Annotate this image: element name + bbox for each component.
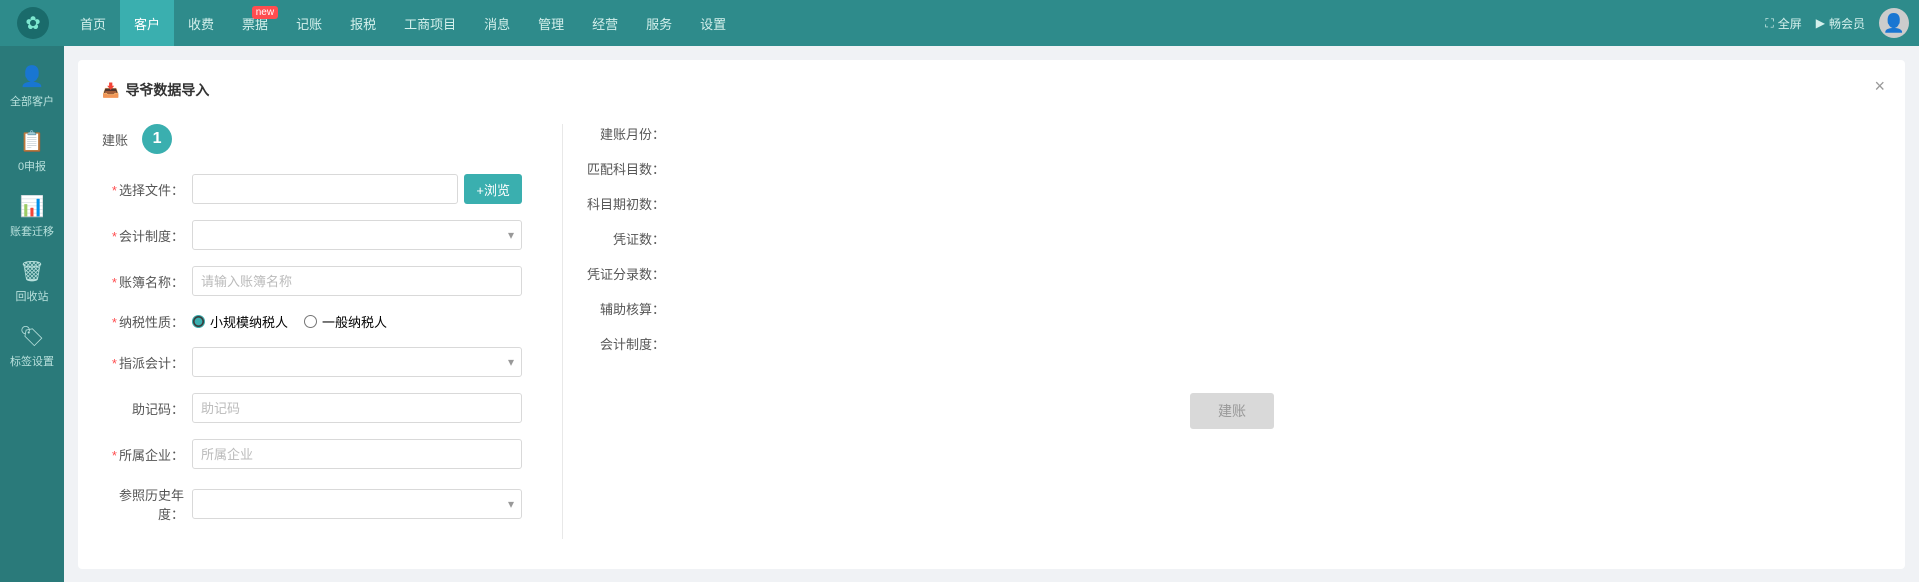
form-left: 建账 1 *选择文件： +浏览 [102,124,562,539]
nav-item-management[interactable]: 管理 [524,0,578,46]
sidebar-item-recycle[interactable]: 🗑 回收站 [2,251,62,312]
file-row: *选择文件： +浏览 [102,174,522,204]
logo-icon: ✿ [17,7,49,39]
nav-item-business[interactable]: 工商项目 [390,0,470,46]
auxiliary-label: 辅助核算： [583,299,673,318]
company-label: *所属企业： [102,445,192,464]
nav-items: 首页 客户 收费 票据 new 记账 报税 工商项目 消息 管理 经营 服务 设… [66,0,1765,46]
nav-item-tax[interactable]: 报税 [336,0,390,46]
small-taxpayer-radio[interactable] [192,315,205,328]
voucher-count-label: 凭证数： [583,229,673,248]
build-btn-wrap: 建账 [583,383,1881,429]
accountant-select[interactable] [192,347,522,377]
import-card: 📥 导爷数据导入 × 建账 1 *选择文件： [78,60,1905,569]
main-content: 📥 导爷数据导入 × 建账 1 *选择文件： [64,46,1919,582]
accounting-system-select-wrap [192,220,522,250]
close-button[interactable]: × [1874,76,1885,97]
period-initial-row: 科目期初数： [583,194,1881,213]
tax-type-row: *纳税性质： 小规模纳税人 一般纳税人 [102,312,522,331]
history-year-row: 参照历史年度： [102,485,522,523]
voucher-count-row: 凭证数： [583,229,1881,248]
history-year-select[interactable] [192,489,522,519]
auxiliary-row: 辅助核算： [583,299,1881,318]
form-right: 建账月份： 匹配科目数： 科目期初数： 凭证数： [562,124,1881,539]
accounting-system-row: *会计制度： [102,220,522,250]
form-area: 建账 1 *选择文件： +浏览 [102,124,1881,539]
match-accounts-row: 匹配科目数： [583,159,1881,178]
browse-button[interactable]: +浏览 [464,174,522,204]
nav-item-invoice[interactable]: 票据 new [228,0,282,46]
tax-type-radio-group: 小规模纳税人 一般纳税人 [192,312,387,331]
fullscreen-icon: ⛶ [1765,16,1773,31]
small-taxpayer-option[interactable]: 小规模纳税人 [192,312,288,331]
build-account-button[interactable]: 建账 [1190,393,1274,429]
tax-type-label: *纳税性质： [102,312,192,331]
declaration-icon: 📋 [20,129,45,154]
sidebar-item-tags[interactable]: 🏷 标签设置 [2,316,62,377]
sidebar-item-all-clients[interactable]: 👤 全部客户 [2,56,62,117]
top-nav: ✿ 首页 客户 收费 票据 new 记账 报税 工商项目 消息 管理 经营 服务… [0,0,1919,46]
step-label: 建账 [102,130,128,149]
all-clients-icon: 👤 [20,64,45,89]
nav-item-fees[interactable]: 收费 [174,0,228,46]
assign-accountant-row: *指派会计： [102,347,522,377]
build-month-label: 建账月份： [583,124,673,143]
new-badge: new [252,6,278,19]
general-taxpayer-radio[interactable] [304,315,317,328]
ledger-name-label: *账簿名称： [102,272,192,291]
sidebar-item-migration[interactable]: 📊 账套迁移 [2,186,62,247]
nav-item-client[interactable]: 客户 [120,0,174,46]
step-circle: 1 [142,124,172,154]
step-header: 建账 1 [102,124,522,154]
sidebar: 👤 全部客户 📋 0申报 📊 账套迁移 🗑 回收站 🏷 标签设置 [0,46,64,582]
company-row: *所属企业： [102,439,522,469]
card-title: 📥 导爷数据导入 [102,80,1881,100]
voucher-entries-row: 凭证分录数： [583,264,1881,283]
nav-item-service[interactable]: 服务 [632,0,686,46]
memo-code-label: 助记码： [102,399,192,418]
member-button[interactable]: ▶ 畅会员 [1816,15,1865,32]
logo[interactable]: ✿ [10,0,56,46]
ledger-name-input[interactable] [192,266,522,296]
period-initial-label: 科目期初数： [583,194,673,213]
recycle-icon: 🗑 [19,259,44,284]
nav-item-operation[interactable]: 经营 [578,0,632,46]
accountant-select-wrap [192,347,522,377]
member-icon: ▶ [1816,16,1825,30]
build-month-row: 建账月份： [583,124,1881,143]
memo-code-row: 助记码： [102,393,522,423]
file-label: *选择文件： [102,180,192,199]
voucher-entries-label: 凭证分录数： [583,264,673,283]
right-accounting-system-row: 会计制度： [583,334,1881,353]
avatar[interactable]: 👤 [1879,8,1909,38]
accounting-system-label: *会计制度： [102,226,192,245]
layout: 👤 全部客户 📋 0申报 📊 账套迁移 🗑 回收站 🏷 标签设置 📥 导爷数据导… [0,46,1919,582]
file-input[interactable] [192,174,458,204]
file-input-wrap: +浏览 [192,174,522,204]
sidebar-item-declaration[interactable]: 📋 0申报 [2,121,62,182]
memo-code-input[interactable] [192,393,522,423]
accounting-system-select[interactable] [192,220,522,250]
nav-item-bookkeeping[interactable]: 记账 [282,0,336,46]
match-accounts-label: 匹配科目数： [583,159,673,178]
assign-accountant-label: *指派会计： [102,353,192,372]
company-input[interactable] [192,439,522,469]
tags-icon: 🏷 [19,324,44,349]
nav-item-home[interactable]: 首页 [66,0,120,46]
history-year-label: 参照历史年度： [102,485,192,523]
history-year-select-wrap [192,489,522,519]
nav-right: ⛶ 全屏 ▶ 畅会员 👤 [1765,8,1909,38]
import-icon: 📥 [102,82,119,99]
migration-icon: 📊 [20,194,45,219]
general-taxpayer-option[interactable]: 一般纳税人 [304,312,387,331]
nav-item-message[interactable]: 消息 [470,0,524,46]
nav-item-settings[interactable]: 设置 [686,0,740,46]
ledger-name-row: *账簿名称： [102,266,522,296]
fullscreen-button[interactable]: ⛶ 全屏 [1765,15,1801,32]
right-accounting-system-label: 会计制度： [583,334,673,353]
